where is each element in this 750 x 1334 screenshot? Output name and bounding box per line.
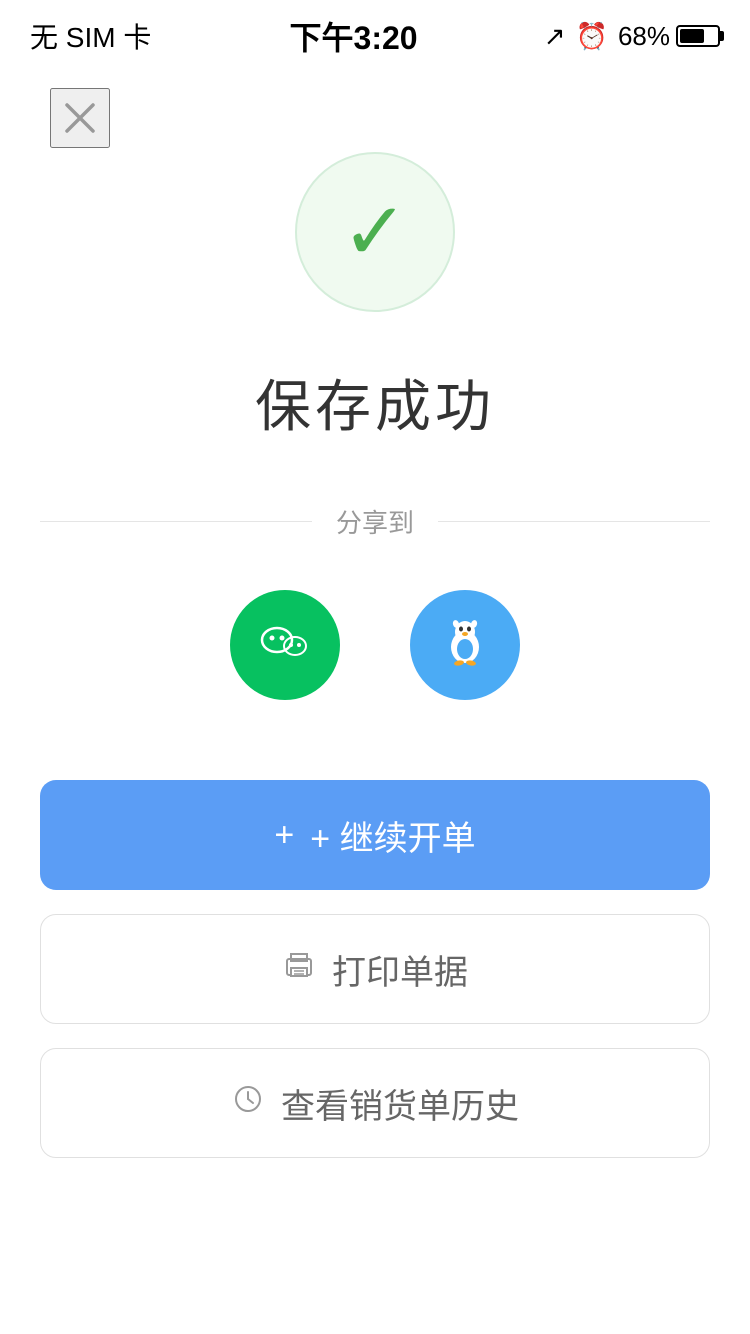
action-buttons: + + 继续开单 打印单据 <box>0 780 750 1158</box>
wechat-share-button[interactable] <box>230 590 340 700</box>
success-title: 保存成功 <box>255 362 495 443</box>
divider-right <box>438 521 710 522</box>
main-content: ✓ 保存成功 分享到 <box>0 72 750 1158</box>
battery-percent: 68% <box>618 21 670 52</box>
battery-fill <box>680 29 704 43</box>
continue-icon: + <box>274 816 294 855</box>
status-left: 无 SIM 卡 <box>30 16 163 56</box>
print-button[interactable]: 打印单据 <box>40 914 710 1024</box>
history-button[interactable]: 查看销货单历史 <box>40 1048 710 1158</box>
battery-icon <box>676 25 720 47</box>
share-icons <box>230 590 520 700</box>
continue-order-button[interactable]: + + 继续开单 <box>40 780 710 890</box>
close-button[interactable] <box>50 88 110 148</box>
status-time: 下午3:20 <box>290 13 418 59</box>
print-icon <box>282 948 316 991</box>
carrier-label: 无 SIM 卡 <box>30 16 151 56</box>
location-icon: ↗ <box>544 21 566 52</box>
alarm-icon: ⏰ <box>576 21 608 52</box>
status-right: ↗ ⏰ 68% <box>544 21 720 52</box>
checkmark-icon: ✓ <box>341 192 408 272</box>
success-circle: ✓ <box>295 152 455 312</box>
qq-share-button[interactable] <box>410 590 520 700</box>
status-bar: 无 SIM 卡 下午3:20 ↗ ⏰ 68% <box>0 0 750 72</box>
divider-left <box>40 521 312 522</box>
share-divider: 分享到 <box>0 503 750 540</box>
history-label: 查看销货单历史 <box>281 1079 519 1128</box>
history-icon <box>231 1082 265 1125</box>
print-label: 打印单据 <box>332 945 468 994</box>
continue-label: + 继续开单 <box>310 811 475 860</box>
share-label: 分享到 <box>312 503 438 540</box>
battery-container: 68% <box>618 21 720 52</box>
